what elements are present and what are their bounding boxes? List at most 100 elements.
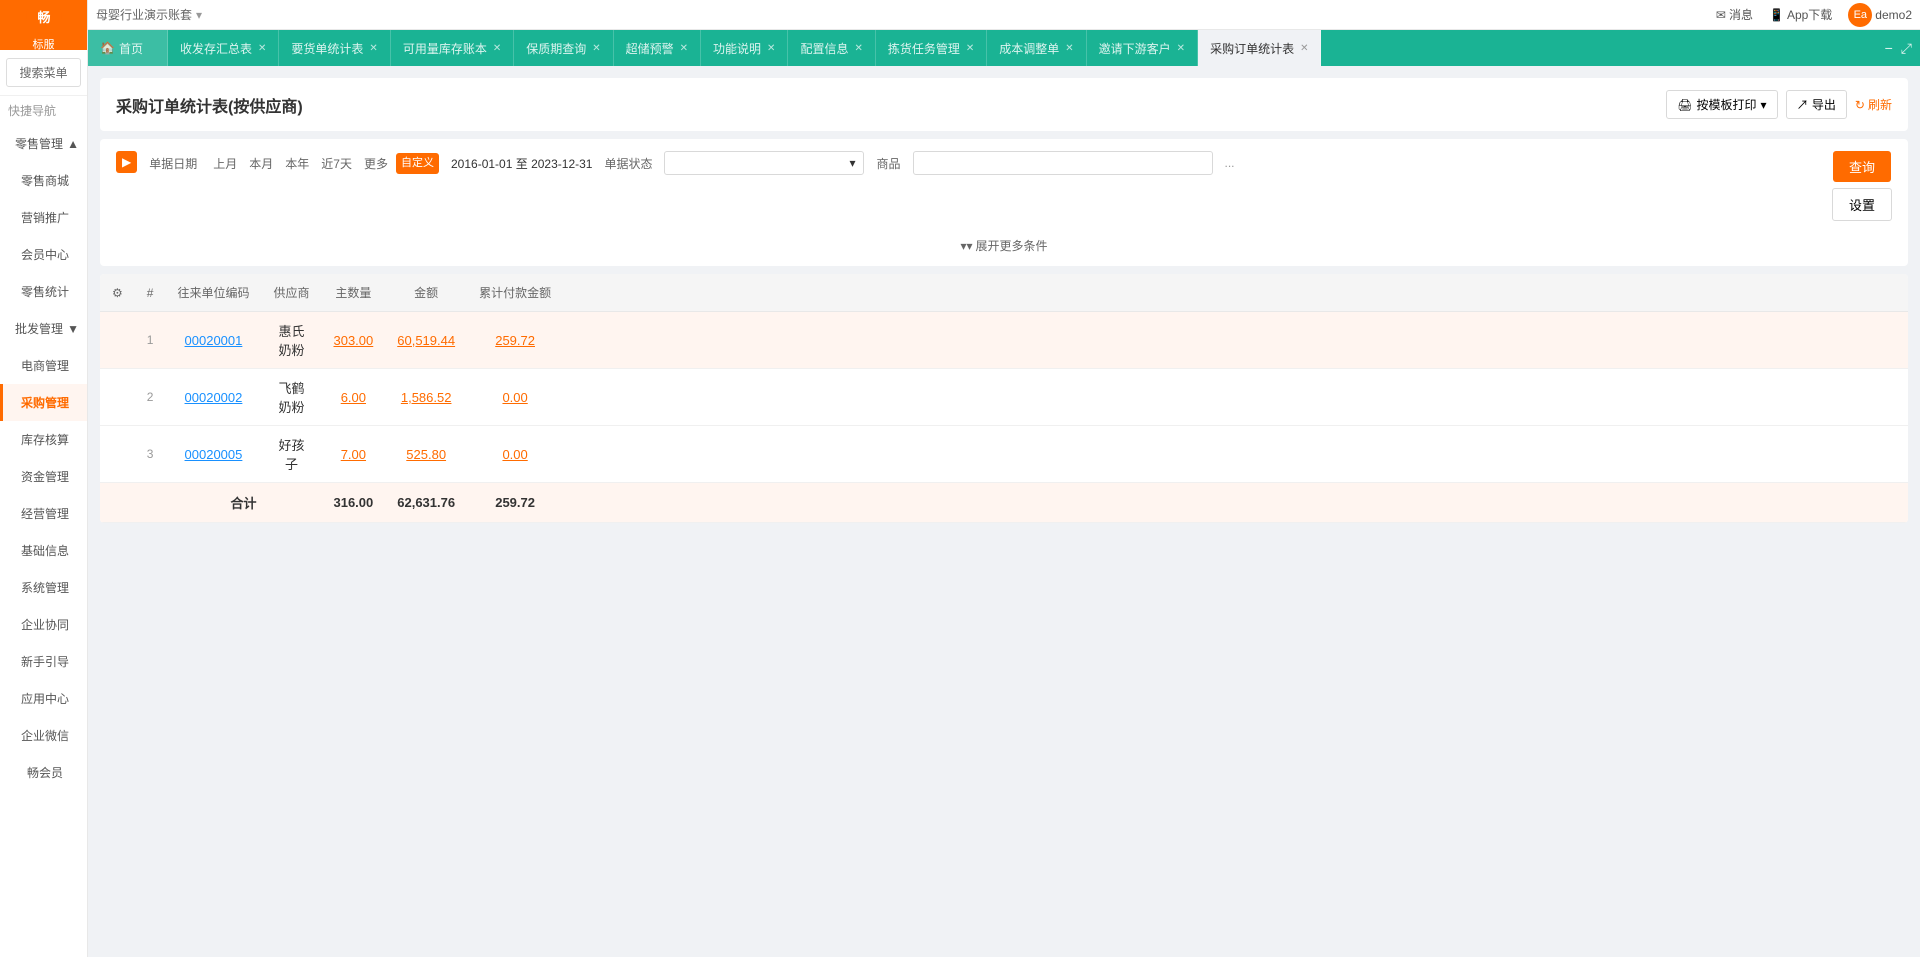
sidebar-item-retail-mall[interactable]: 零售商城: [0, 162, 87, 199]
sidebar-item-marketing[interactable]: 营销推广: [0, 199, 87, 236]
account-dropdown-arrow[interactable]: ▾: [196, 8, 202, 22]
row3-amount[interactable]: 525.80: [385, 426, 467, 483]
filter-area: ▶ 单据日期 上月 本月 本年 近7天 更多 自定义 2016: [100, 139, 1908, 266]
tab-available-stock-close[interactable]: ✕: [493, 43, 501, 54]
tab-cost-adjust-close[interactable]: ✕: [1065, 43, 1073, 54]
row1-qty[interactable]: 303.00: [321, 312, 385, 369]
tab-available-stock[interactable]: 可用量库存账本 ✕: [391, 30, 514, 66]
tab-expiry-query[interactable]: 保质期查询 ✕: [514, 30, 613, 66]
row3-paid-amount[interactable]: 0.00: [467, 426, 563, 483]
sidebar-item-enterprise[interactable]: 企业协同: [0, 606, 87, 643]
tab-picking-task-close[interactable]: ✕: [966, 43, 974, 54]
tab-cost-adjust[interactable]: 成本调整单 ✕: [987, 30, 1086, 66]
table-header-row: ⚙ # 往来单位编码 供应商 主数量 金额 累计付款金额: [100, 274, 1908, 312]
print-icon: 🖨: [1677, 98, 1692, 112]
shortcut-last-month[interactable]: 上月: [209, 153, 241, 174]
table-body: 1 00020001 惠氏奶粉 303.00 60,519.44 259.72 …: [100, 312, 1908, 483]
tab-receive-summary[interactable]: 收发存汇总表 ✕: [168, 30, 279, 66]
tab-function-desc-label: 功能说明: [713, 40, 761, 57]
column-settings-icon[interactable]: ⚙: [112, 286, 123, 300]
sidebar-item-vip[interactable]: 畅会员: [0, 754, 87, 791]
sidebar-item-vip-label: 畅会员: [27, 766, 63, 780]
tab-maximize-button[interactable]: ⤢: [1901, 40, 1912, 57]
sidebar-item-purchase[interactable]: 采购管理: [0, 384, 87, 421]
sidebar-item-app-center[interactable]: 应用中心: [0, 680, 87, 717]
message-button[interactable]: ✉ 消息: [1716, 6, 1753, 23]
shortcut-this-year[interactable]: 本年: [281, 153, 313, 174]
tab-invite-downstream-close[interactable]: ✕: [1177, 43, 1185, 54]
footer-amount: 62,631.76: [385, 483, 467, 523]
tab-config-info[interactable]: 配置信息 ✕: [788, 30, 875, 66]
sidebar-item-basic-info[interactable]: 基础信息: [0, 532, 87, 569]
tab-overstock-alert[interactable]: 超储预警 ✕: [614, 30, 701, 66]
tab-overstock-alert-close[interactable]: ✕: [680, 43, 688, 54]
row3-qty[interactable]: 7.00: [321, 426, 385, 483]
tab-order-summary-close[interactable]: ✕: [369, 43, 377, 54]
filter-settings-button[interactable]: 设置: [1832, 188, 1892, 221]
tab-function-desc-close[interactable]: ✕: [767, 43, 775, 54]
refresh-button[interactable]: ↻ 刷新: [1855, 96, 1892, 113]
query-button[interactable]: 查询: [1833, 151, 1891, 182]
tab-picking-task[interactable]: 拣货任务管理 ✕: [876, 30, 987, 66]
tab-invite-downstream[interactable]: 邀请下游客户 ✕: [1087, 30, 1198, 66]
shortcut-more[interactable]: 更多: [360, 153, 392, 174]
sidebar-item-system[interactable]: 系统管理: [0, 569, 87, 606]
row1-paid-amount[interactable]: 259.72: [467, 312, 563, 369]
tab-minimize-button[interactable]: −: [1885, 40, 1893, 56]
sidebar: 畅 标服 搜索菜单 快捷导航 零售管理 ▲ 零售商城 营销推广 会员中心 零售统…: [0, 0, 88, 957]
shortcut-this-month[interactable]: 本月: [245, 153, 277, 174]
topbar-left: 母婴行业演示账套 ▾: [96, 6, 202, 23]
row2-paid-amount[interactable]: 0.00: [467, 369, 563, 426]
sidebar-search-area[interactable]: 搜索菜单: [0, 50, 87, 96]
tab-receive-summary-label: 收发存汇总表: [180, 40, 252, 57]
row2-amount[interactable]: 1,586.52: [385, 369, 467, 426]
app-download-label: App下载: [1787, 6, 1832, 23]
sidebar-item-wholesale[interactable]: 批发管理 ▼: [0, 310, 87, 347]
sidebar-item-finance[interactable]: 资金管理: [0, 458, 87, 495]
sidebar-item-enterprise-label: 企业协同: [21, 618, 69, 632]
goods-filter-input[interactable]: [913, 151, 1213, 175]
date-shortcuts: 上月 本月 本年 近7天 更多 自定义: [209, 153, 439, 174]
tab-purchase-summary-close[interactable]: ✕: [1300, 43, 1308, 54]
export-button[interactable]: ↗ 导出: [1786, 90, 1847, 119]
expand-more-conditions[interactable]: ▾▾ 展开更多条件: [960, 237, 1047, 254]
filter-toggle-button[interactable]: ▶: [116, 151, 137, 173]
sidebar-item-retail[interactable]: 零售管理 ▲: [0, 125, 87, 162]
template-print-button[interactable]: 🖨 按模板打印 ▾: [1666, 90, 1777, 119]
row3-supplier: 好孩子: [261, 426, 321, 483]
tab-expiry-query-close[interactable]: ✕: [592, 43, 600, 54]
more-filter-icon[interactable]: ...: [1225, 156, 1235, 170]
sidebar-item-ecommerce[interactable]: 电商管理: [0, 347, 87, 384]
footer-settings: [100, 483, 135, 523]
search-menu-button[interactable]: 搜索菜单: [6, 58, 81, 87]
row2-unit-code[interactable]: 00020002: [165, 369, 261, 426]
custom-date-badge[interactable]: 自定义: [396, 153, 439, 174]
tab-available-stock-label: 可用量库存账本: [403, 40, 487, 57]
tab-purchase-summary[interactable]: 采购订单统计表 ✕: [1198, 30, 1321, 66]
table-footer: 合计 316.00 62,631.76 259.72: [100, 483, 1908, 523]
sidebar-item-operations[interactable]: 经营管理: [0, 495, 87, 532]
row3-unit-code[interactable]: 00020005: [165, 426, 261, 483]
status-select[interactable]: ▾: [664, 151, 864, 175]
user-profile[interactable]: Ea demo2: [1848, 3, 1912, 27]
sidebar-item-new-guide[interactable]: 新手引导: [0, 643, 87, 680]
shortcut-7-days[interactable]: 近7天: [317, 153, 356, 174]
sidebar-item-inventory[interactable]: 库存核算: [0, 421, 87, 458]
tab-cost-adjust-label: 成本调整单: [999, 40, 1059, 57]
sidebar-item-enterprise-wechat[interactable]: 企业微信: [0, 717, 87, 754]
row2-qty[interactable]: 6.00: [321, 369, 385, 426]
sidebar-item-app-center-label: 应用中心: [21, 692, 69, 706]
app-download-button[interactable]: 📱 App下载: [1769, 6, 1832, 23]
tab-receive-summary-close[interactable]: ✕: [258, 43, 266, 54]
tab-order-summary[interactable]: 要货单统计表 ✕: [279, 30, 390, 66]
tab-function-desc[interactable]: 功能说明 ✕: [701, 30, 788, 66]
row1-amount[interactable]: 60,519.44: [385, 312, 467, 369]
tab-home[interactable]: 🏠 首页: [88, 30, 168, 66]
sidebar-item-member[interactable]: 会员中心: [0, 236, 87, 273]
row1-unit-code[interactable]: 00020001: [165, 312, 261, 369]
tab-purchase-summary-label: 采购订单统计表: [1210, 40, 1294, 57]
tab-config-info-close[interactable]: ✕: [854, 43, 862, 54]
col-settings-header[interactable]: ⚙: [100, 274, 135, 312]
refresh-icon: ↻: [1855, 98, 1865, 112]
sidebar-item-retail-stats[interactable]: 零售统计: [0, 273, 87, 310]
